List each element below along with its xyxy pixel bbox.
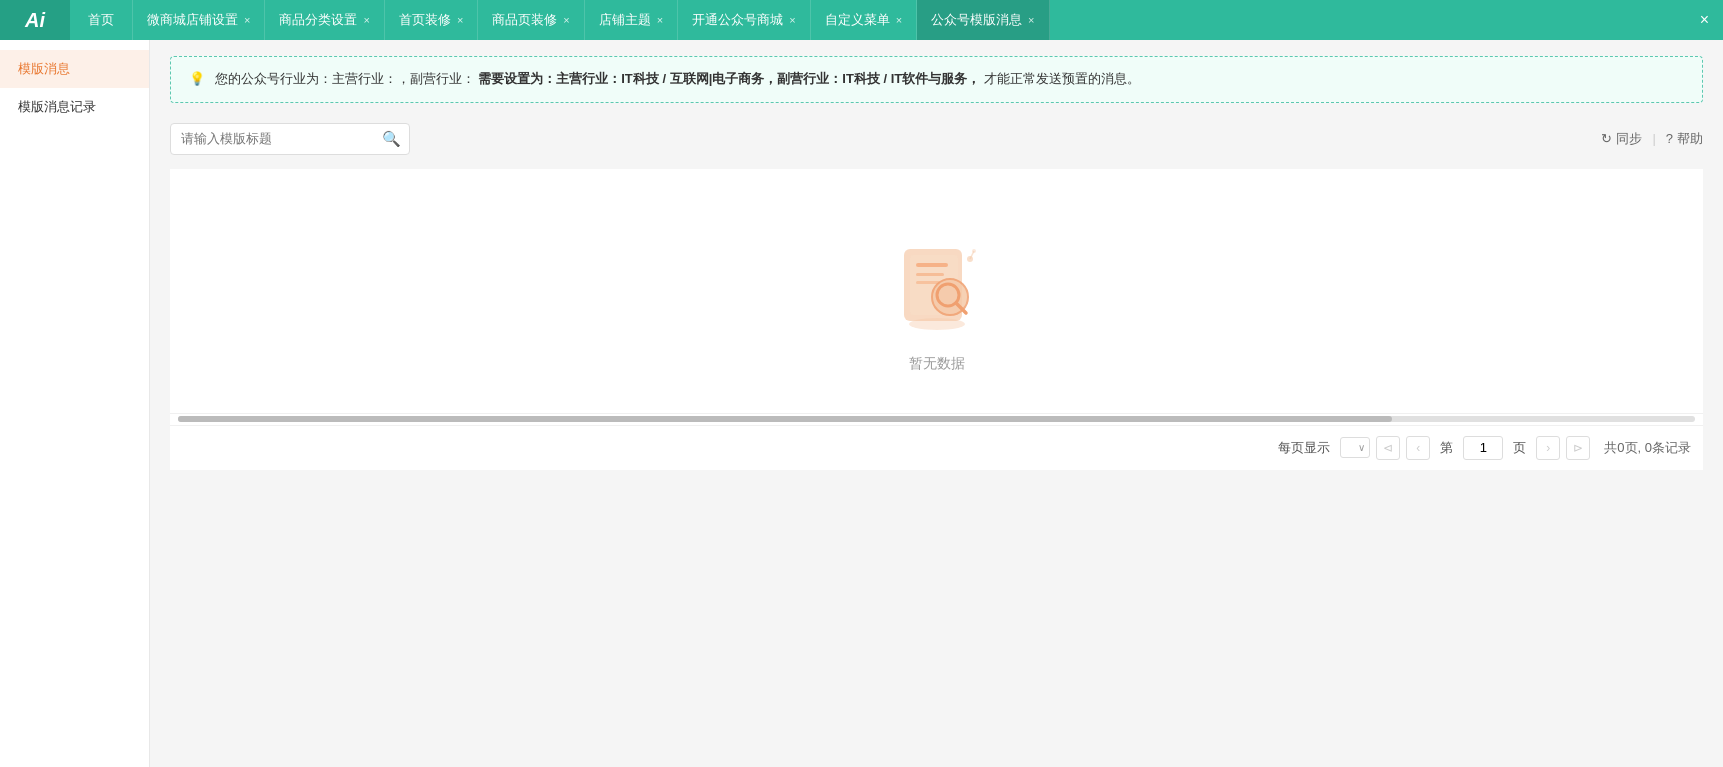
last-page-btn[interactable]: ⊳ bbox=[1566, 436, 1590, 460]
sync-icon: ↻ bbox=[1601, 131, 1612, 146]
search-button[interactable]: 🔍 bbox=[382, 130, 401, 148]
page-size-select[interactable] bbox=[1340, 437, 1370, 458]
nav-tab-product-page[interactable]: 商品页装修× bbox=[478, 0, 584, 40]
nav-tab-custom-menu[interactable]: 自定义菜单× bbox=[811, 0, 917, 40]
nav-tab-home-decor[interactable]: 首页装修× bbox=[385, 0, 478, 40]
app-layout: 模版消息模版消息记录 💡 您的公众号行业为：主营行业：，副营行业： 需要设置为：… bbox=[0, 40, 1723, 767]
sidebar-item-template-msg[interactable]: 模版消息 bbox=[0, 50, 149, 88]
tab-close-product-category[interactable]: × bbox=[363, 14, 369, 26]
top-nav: Ai 首页微商城店铺设置×商品分类设置×首页装修×商品页装修×店铺主题×开通公众… bbox=[0, 0, 1723, 40]
search-input[interactable] bbox=[170, 123, 410, 155]
nav-tab-product-category[interactable]: 商品分类设置× bbox=[265, 0, 384, 40]
tab-close-template-msg[interactable]: × bbox=[1028, 14, 1034, 26]
tab-close-micro-shop[interactable]: × bbox=[244, 14, 250, 26]
alert-box: 💡 您的公众号行业为：主营行业：，副营行业： 需要设置为：主营行业：IT科技 /… bbox=[170, 56, 1703, 103]
empty-state: 暂无数据 bbox=[170, 169, 1703, 413]
alert-highlight: 需要设置为：主营行业：IT科技 / 互联网|电子商务，副营行业：IT科技 / I… bbox=[478, 71, 980, 86]
sync-label: 同步 bbox=[1616, 130, 1642, 148]
page-di-label: 第 bbox=[1440, 439, 1453, 457]
nav-tab-shop-theme[interactable]: 店铺主题× bbox=[585, 0, 678, 40]
page-input[interactable] bbox=[1463, 436, 1503, 460]
page-total: 共0页, 0条记录 bbox=[1604, 439, 1691, 457]
first-page-btn[interactable]: ⊲ bbox=[1376, 436, 1400, 460]
scroll-thumb[interactable] bbox=[178, 416, 1392, 422]
tab-close-product-page[interactable]: × bbox=[563, 14, 569, 26]
nav-tab-open-mall[interactable]: 开通公众号商城× bbox=[678, 0, 810, 40]
page-size-wrapper[interactable] bbox=[1340, 437, 1370, 458]
tip-icon: 💡 bbox=[189, 71, 205, 86]
svg-rect-4 bbox=[916, 273, 944, 276]
sidebar: 模版消息模版消息记录 bbox=[0, 40, 150, 767]
help-label: 帮助 bbox=[1677, 130, 1703, 148]
nav-tab-template-msg[interactable]: 公众号模版消息× bbox=[917, 0, 1049, 40]
tab-close-home-decor[interactable]: × bbox=[457, 14, 463, 26]
search-icon: 🔍 bbox=[382, 130, 401, 147]
main-content: 💡 您的公众号行业为：主营行业：，副营行业： 需要设置为：主营行业：IT科技 /… bbox=[150, 40, 1723, 767]
tab-close-open-mall[interactable]: × bbox=[789, 14, 795, 26]
prev-page-btn[interactable]: ‹ bbox=[1406, 436, 1430, 460]
tab-close-custom-menu[interactable]: × bbox=[896, 14, 902, 26]
svg-rect-5 bbox=[916, 281, 940, 284]
logo: Ai bbox=[0, 0, 70, 40]
search-bar: 🔍 ↻ 同步 | ? 帮助 bbox=[170, 123, 1703, 155]
pagination: 每页显示 ⊲ ‹ 第 页 › ⊳ 共0页, 0条记录 bbox=[170, 425, 1703, 470]
nav-tab-micro-shop[interactable]: 微商城店铺设置× bbox=[133, 0, 265, 40]
next-page-btn[interactable]: › bbox=[1536, 436, 1560, 460]
divider: | bbox=[1652, 131, 1655, 146]
sync-button[interactable]: ↻ 同步 bbox=[1601, 130, 1642, 148]
nav-tab-home[interactable]: 首页 bbox=[70, 0, 133, 40]
help-button[interactable]: ? 帮助 bbox=[1666, 130, 1703, 148]
page-size-label: 每页显示 bbox=[1278, 439, 1330, 457]
sidebar-item-template-record[interactable]: 模版消息记录 bbox=[0, 88, 149, 126]
page-label: 页 bbox=[1513, 439, 1526, 457]
tab-close-shop-theme[interactable]: × bbox=[657, 14, 663, 26]
nav-tabs: 首页微商城店铺设置×商品分类设置×首页装修×商品页装修×店铺主题×开通公众号商城… bbox=[70, 0, 1686, 40]
empty-text: 暂无数据 bbox=[909, 355, 965, 373]
search-actions: ↻ 同步 | ? 帮助 bbox=[1601, 130, 1703, 148]
scroll-track[interactable] bbox=[178, 416, 1695, 422]
empty-icon bbox=[882, 229, 992, 339]
scroll-bar-area[interactable] bbox=[170, 413, 1703, 425]
help-icon: ? bbox=[1666, 131, 1673, 146]
table-container: 暂无数据 每页显示 ⊲ ‹ 第 页 bbox=[170, 169, 1703, 470]
alert-suffix: 才能正常发送预置的消息。 bbox=[984, 71, 1140, 86]
alert-prefix: 您的公众号行业为：主营行业：，副营行业： bbox=[215, 71, 475, 86]
svg-rect-3 bbox=[916, 263, 948, 267]
global-close-btn[interactable]: × bbox=[1686, 0, 1723, 40]
